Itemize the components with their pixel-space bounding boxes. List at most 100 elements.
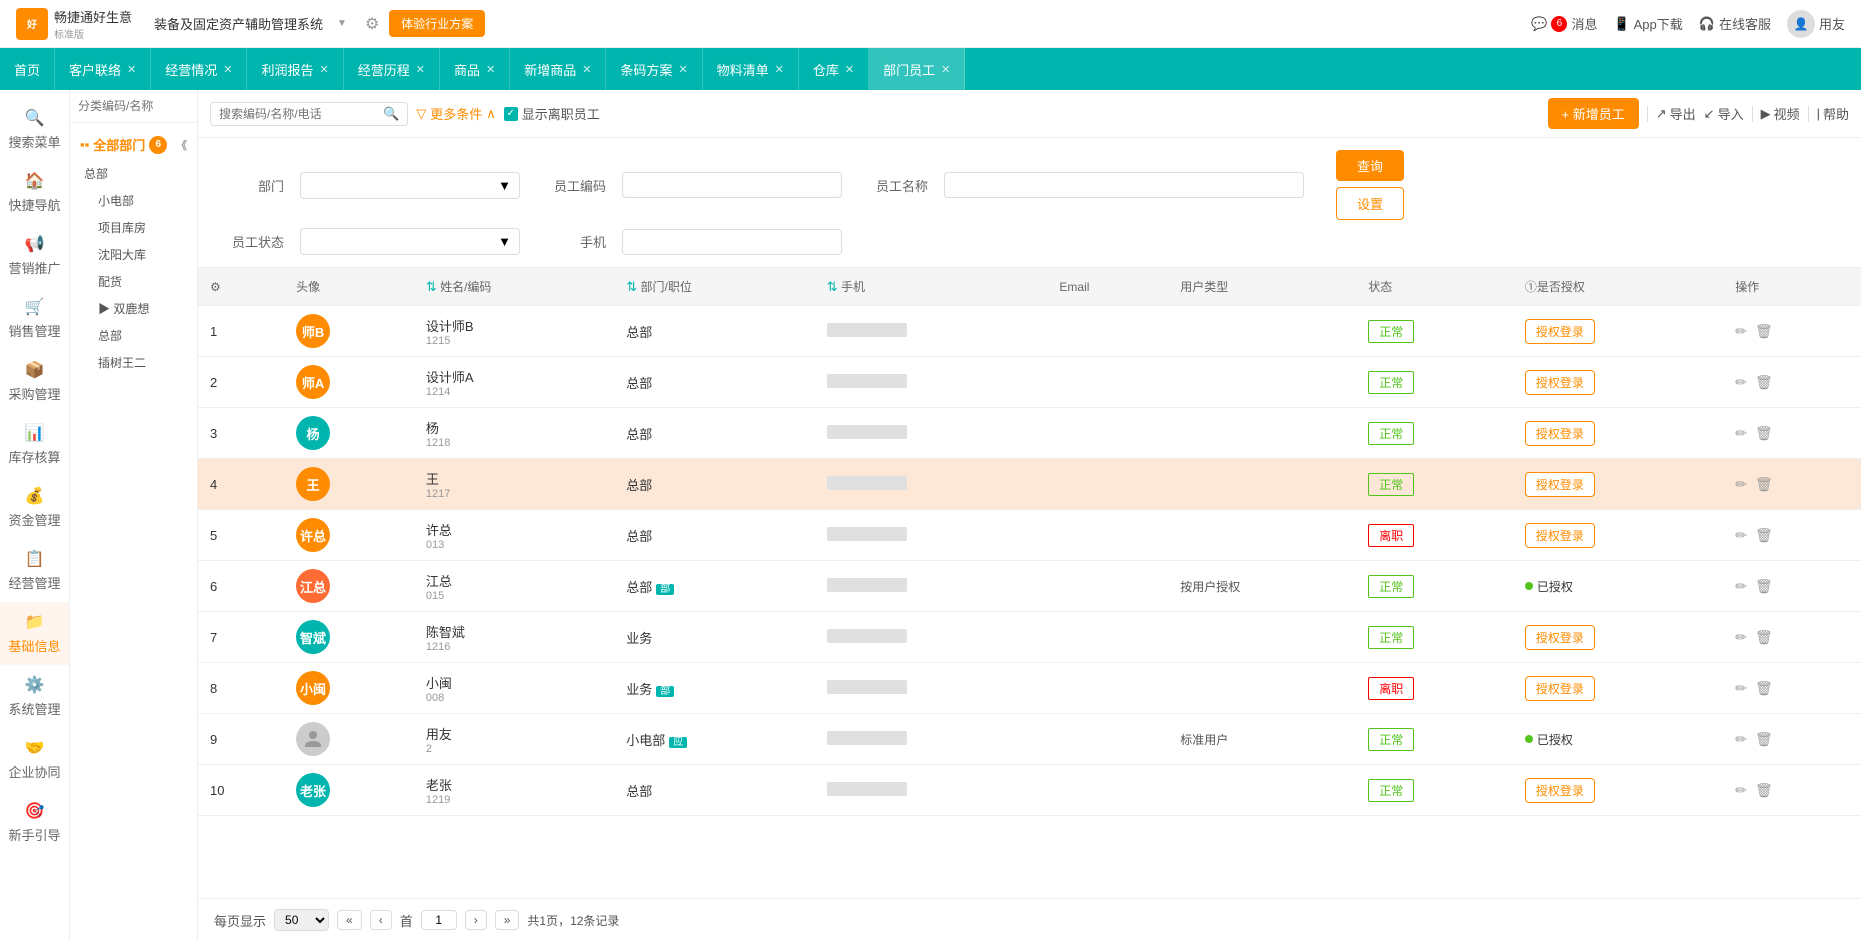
system-dropdown-icon[interactable]: ▼ [337,18,347,29]
delete-icon[interactable]: 🗑 [1755,782,1773,799]
emp-status-select[interactable]: ▼ [300,228,520,255]
auth-login-btn[interactable]: 授权登录 [1525,523,1595,548]
left-nav-item-基础信息[interactable]: 📁 基础信息 [0,602,69,665]
row-auth[interactable]: 授权登录 [1513,459,1723,510]
left-nav-item-采购管理[interactable]: 📦 采购管理 [0,350,69,413]
page-number-input[interactable] [421,910,457,930]
nav-tab-close[interactable]: ✕ [775,63,784,76]
table-header-2[interactable]: ⇅ 姓名/编码 [414,268,614,306]
row-auth[interactable]: 授权登录 [1513,357,1723,408]
row-auth[interactable]: 授权登录 [1513,306,1723,357]
emp-code-input[interactable] [622,172,842,198]
auth-login-btn[interactable]: 授权登录 [1525,676,1595,701]
online-service-item[interactable]: 🎧 在线客服 [1699,14,1771,33]
row-auth[interactable]: 授权登录 [1513,765,1723,816]
delete-icon[interactable]: 🗑 [1755,680,1773,697]
nav-tab-部门员工[interactable]: 部门员工✕ [869,48,965,90]
nav-tab-新增商品[interactable]: 新增商品✕ [510,48,606,90]
resigned-checkbox[interactable]: ✓ [504,107,518,121]
left-nav-item-销售管理[interactable]: 🛒 销售管理 [0,287,69,350]
add-employee-btn[interactable]: + 新增员工 [1548,98,1639,129]
delete-icon[interactable]: 🗑 [1755,629,1773,646]
auth-login-btn[interactable]: 授权登录 [1525,421,1595,446]
left-nav-item-搜索菜单[interactable]: 🔍 搜索菜单 [0,98,69,161]
nav-tab-close[interactable]: ✕ [223,63,232,76]
nav-tab-仓库[interactable]: 仓库✕ [799,48,869,90]
last-page-btn[interactable]: » [495,910,520,930]
left-nav-item-资金管理[interactable]: 💰 资金管理 [0,476,69,539]
edit-icon[interactable]: ✏ [1735,425,1747,442]
nav-tab-经营历程[interactable]: 经营历程✕ [344,48,440,90]
row-auth[interactable]: 授权登录 [1513,663,1723,714]
table-header-4[interactable]: ⇅ 手机 [815,268,1048,306]
nav-tab-经营情况[interactable]: 经营情况✕ [151,48,247,90]
left-nav-item-新手引导[interactable]: 🎯 新手引导 [0,791,69,854]
row-auth[interactable]: 授权登录 [1513,510,1723,561]
view-btn[interactable]: ▶ 视频 [1761,104,1800,123]
row-auth[interactable]: 授权登录 [1513,408,1723,459]
dept-tree-item[interactable]: 沈阳大库 [70,241,197,268]
left-nav-item-企业协同[interactable]: 🤝 企业协同 [0,728,69,791]
page-size-select[interactable]: 50 100 [274,909,329,931]
auth-login-btn[interactable]: 授权登录 [1525,370,1595,395]
emp-name-input[interactable] [944,172,1304,198]
nav-tab-close[interactable]: ✕ [941,63,950,76]
show-resigned-toggle[interactable]: ✓ 显示离职员工 [504,104,600,123]
nav-tab-物料清单[interactable]: 物料清单✕ [703,48,799,90]
auth-login-btn[interactable]: 授权登录 [1525,319,1595,344]
dept-tree-item[interactable]: 项目库房 [70,214,197,241]
delete-icon[interactable]: 🗑 [1755,731,1773,748]
auth-login-btn[interactable]: 授权登录 [1525,778,1595,803]
table-header-3[interactable]: ⇅ 部门/职位 [614,268,814,306]
nav-tab-close[interactable]: ✕ [678,63,687,76]
left-nav-item-经营管理[interactable]: 📋 经营管理 [0,539,69,602]
edit-icon[interactable]: ✏ [1735,680,1747,697]
edit-icon[interactable]: ✏ [1735,629,1747,646]
trial-button[interactable]: 体验行业方案 [389,10,485,37]
nav-tab-利润报告[interactable]: 利润报告✕ [247,48,343,90]
nav-tab-close[interactable]: ✕ [486,63,495,76]
import-btn[interactable]: ↙ 导入 [1704,104,1744,123]
table-header-0[interactable]: ⚙ [198,268,284,306]
phone-input[interactable] [622,229,842,255]
delete-icon[interactable]: 🗑 [1755,578,1773,595]
nav-tab-首页[interactable]: 首页 [0,48,55,90]
delete-icon[interactable]: 🗑 [1755,476,1773,493]
nav-tab-close[interactable]: ✕ [416,63,425,76]
left-nav-item-系统管理[interactable]: ⚙️ 系统管理 [0,665,69,728]
dept-select[interactable]: ▼ [300,172,520,199]
row-auth[interactable]: 授权登录 [1513,612,1723,663]
delete-icon[interactable]: 🗑 [1755,527,1773,544]
nav-tab-close[interactable]: ✕ [582,63,591,76]
all-dept-header[interactable]: ▪▪ 全部部门 6 《 [70,129,197,160]
nav-tab-close[interactable]: ✕ [320,63,329,76]
edit-icon[interactable]: ✏ [1735,731,1747,748]
export-btn[interactable]: ↗ 导出 [1656,104,1696,123]
edit-icon[interactable]: ✏ [1735,374,1747,391]
auth-login-btn[interactable]: 授权登录 [1525,625,1595,650]
nav-tab-条码方案[interactable]: 条码方案✕ [606,48,702,90]
dept-tree-item[interactable]: 配货 [70,268,197,295]
edit-icon[interactable]: ✏ [1735,527,1747,544]
left-nav-item-营销推广[interactable]: 📢 营销推广 [0,224,69,287]
collapse-icon[interactable]: 《 [176,137,187,153]
help-btn[interactable]: | 帮助 [1817,104,1849,123]
first-page-btn[interactable]: « [337,910,362,930]
dept-tree-item[interactable]: 小电部 [70,187,197,214]
auth-login-btn[interactable]: 授权登录 [1525,472,1595,497]
search-input[interactable] [219,107,379,121]
more-conditions-btn[interactable]: ▽ 更多条件 ∧ [416,104,496,123]
set-btn[interactable]: 设置 [1336,187,1404,220]
user-item[interactable]: 👤 用友 [1787,10,1845,38]
next-page-btn[interactable]: › [465,910,487,930]
search-icon[interactable]: 🔍 [383,106,399,122]
edit-icon[interactable]: ✏ [1735,782,1747,799]
dept-tree-item[interactable]: 插树王二 [70,349,197,376]
prev-page-btn[interactable]: ‹ [370,910,392,930]
left-nav-item-快捷导航[interactable]: 🏠 快捷导航 [0,161,69,224]
nav-tab-close[interactable]: ✕ [127,63,136,76]
edit-icon[interactable]: ✏ [1735,578,1747,595]
dept-tree-item[interactable]: ▶ 双鹿想 [70,295,197,322]
nav-tab-客户联络[interactable]: 客户联络✕ [55,48,151,90]
nav-tab-close[interactable]: ✕ [845,63,854,76]
